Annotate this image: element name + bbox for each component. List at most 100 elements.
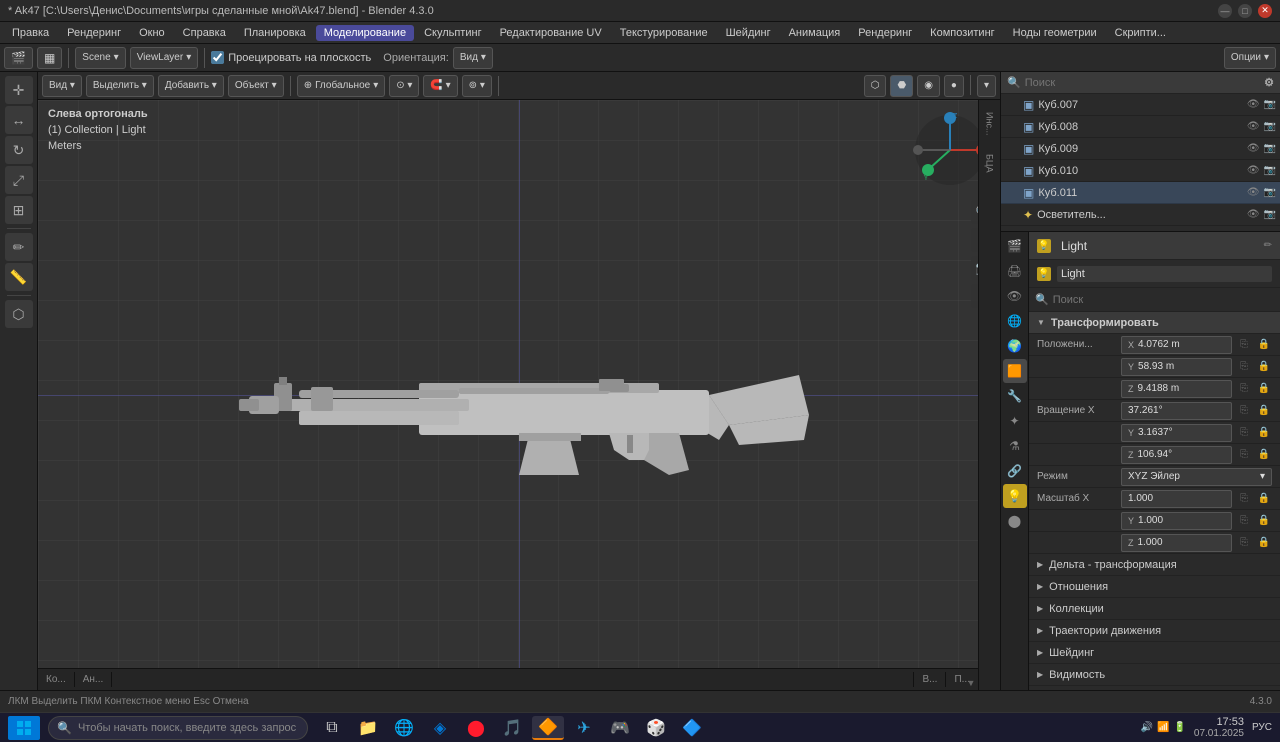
- data-props-tab[interactable]: 💡: [1003, 484, 1027, 508]
- scalez-copy[interactable]: ⎘: [1236, 535, 1252, 551]
- modifier-props-tab[interactable]: 🔧: [1003, 384, 1027, 408]
- output-props-tab[interactable]: 🖨: [1003, 259, 1027, 283]
- object-props-tab[interactable]: 🟧: [1003, 359, 1027, 383]
- an-panel[interactable]: Ан...: [75, 672, 113, 687]
- outliner-filter-icon[interactable]: ⚙: [1264, 76, 1274, 89]
- render-icon[interactable]: 📷: [1264, 121, 1276, 132]
- global-dropdown[interactable]: ⊕ Глобальное ▾: [297, 75, 386, 97]
- explorer-btn[interactable]: 📁: [352, 716, 384, 740]
- view-props-tab[interactable]: 👁: [1003, 284, 1027, 308]
- rot-x-value[interactable]: 37.261°: [1121, 402, 1232, 420]
- menu-item-nodes_geo[interactable]: Ноды геометрии: [1005, 25, 1105, 41]
- pos-z-value[interactable]: Z 9.4188 m: [1121, 380, 1232, 398]
- blender-btn[interactable]: 🔶: [532, 716, 564, 740]
- strip-btn-2[interactable]: БЦА: [981, 148, 999, 178]
- cursor-tool[interactable]: ✛: [5, 76, 33, 104]
- close-button[interactable]: ✕: [1258, 4, 1272, 18]
- visibility-icon[interactable]: 👁: [1247, 143, 1260, 154]
- minimize-button[interactable]: —: [1218, 4, 1232, 18]
- collapsed-section[interactable]: ▶ Видимость: [1029, 664, 1280, 686]
- browser-btn[interactable]: 🌐: [388, 716, 420, 740]
- collapsed-section[interactable]: ▶ Шейдинг: [1029, 642, 1280, 664]
- snap-btn[interactable]: 🧲 ▾: [423, 75, 457, 97]
- render-icon[interactable]: 📷: [1264, 187, 1276, 198]
- posy-copy[interactable]: ⎘: [1236, 359, 1252, 375]
- world-props-tab[interactable]: 🌍: [1003, 334, 1027, 358]
- projection-checkbox[interactable]: [211, 51, 224, 64]
- view-menu[interactable]: Вид ▾: [42, 75, 82, 97]
- add-menu[interactable]: Добавить ▾: [158, 75, 224, 97]
- collapsed-section[interactable]: ▶ Коллекции: [1029, 598, 1280, 620]
- shading-wire[interactable]: ⬡: [864, 75, 887, 97]
- collapsed-section[interactable]: ▶ Отношения: [1029, 576, 1280, 598]
- viewport[interactable]: Слева ортогональ (1) Collection | Light …: [38, 100, 1000, 690]
- rotx-lock[interactable]: 🔒: [1256, 403, 1272, 419]
- maximize-button[interactable]: □: [1238, 4, 1252, 18]
- menu-item-shading[interactable]: Шейдинг: [718, 25, 779, 41]
- rot-z-value[interactable]: Z 106.94°: [1121, 446, 1232, 464]
- taskbar-search[interactable]: 🔍 Чтобы начать поиск, введите здесь запр…: [48, 716, 308, 740]
- select-menu[interactable]: Выделить ▾: [86, 75, 154, 97]
- render-icon[interactable]: 📷: [1264, 143, 1276, 154]
- outliner-item[interactable]: ✦ Осветитель... 👁 📷: [1001, 204, 1280, 226]
- render-icon[interactable]: 📷: [1264, 165, 1276, 176]
- visibility-icon[interactable]: 👁: [1247, 121, 1260, 132]
- collapsed-section[interactable]: ▶ Траектории движения: [1029, 620, 1280, 642]
- menu-item-scripting[interactable]: Скрипти...: [1107, 25, 1174, 41]
- visibility-icon[interactable]: 👁: [1247, 99, 1260, 110]
- tray-icon-1[interactable]: 🔊: [1141, 722, 1153, 733]
- physics-props-tab[interactable]: ⚗: [1003, 434, 1027, 458]
- render-mode[interactable]: ▦: [37, 47, 62, 69]
- object-name-input[interactable]: [1057, 237, 1258, 255]
- menu-item-rendering[interactable]: Рендеринг: [850, 25, 920, 41]
- posz-lock[interactable]: 🔒: [1256, 381, 1272, 397]
- transform-section-header[interactable]: ▼ Трансформировать: [1029, 312, 1280, 334]
- render-icon[interactable]: 📷: [1264, 99, 1276, 110]
- transform-tool[interactable]: ⊞: [5, 196, 33, 224]
- object-menu[interactable]: Объект ▾: [228, 75, 284, 97]
- measure-tool[interactable]: 📏: [5, 263, 33, 291]
- scale-x-value[interactable]: 1.000: [1121, 490, 1232, 508]
- mode-dropdown[interactable]: XYZ Эйлер ▾: [1121, 468, 1272, 486]
- viewport-shading-opts[interactable]: ▾: [977, 75, 996, 97]
- menu-item-pravka[interactable]: Правка: [4, 25, 57, 41]
- extra-tool[interactable]: ⬡: [5, 300, 33, 328]
- roty-lock[interactable]: 🔒: [1256, 425, 1272, 441]
- move-tool[interactable]: ↔: [5, 106, 33, 134]
- tray-icon-2[interactable]: 📶: [1157, 722, 1169, 733]
- scale-y-value[interactable]: Y 1.000: [1121, 512, 1232, 530]
- taskview-btn[interactable]: ⧉: [316, 716, 348, 740]
- visibility-icon[interactable]: 👁: [1247, 209, 1260, 220]
- rotate-tool[interactable]: ↻: [5, 136, 33, 164]
- scale-z-value[interactable]: Z 1.000: [1121, 534, 1232, 552]
- media-btn[interactable]: 🎵: [496, 716, 528, 740]
- orientation-dropdown[interactable]: Вид ▾: [453, 47, 493, 69]
- scaley-lock[interactable]: 🔒: [1256, 513, 1272, 529]
- lang-indicator[interactable]: РУС: [1252, 722, 1272, 733]
- particle-props-tab[interactable]: ✦: [1003, 409, 1027, 433]
- render-icon[interactable]: 📷: [1264, 209, 1276, 220]
- menu-item-animation[interactable]: Анимация: [781, 25, 849, 41]
- scalex-copy[interactable]: ⎘: [1236, 491, 1252, 507]
- pos-copy[interactable]: ⎘: [1236, 337, 1252, 353]
- constraint-props-tab[interactable]: 🔗: [1003, 459, 1027, 483]
- scalex-lock[interactable]: 🔒: [1256, 491, 1272, 507]
- app2-btn[interactable]: 🎮: [604, 716, 636, 740]
- scaley-copy[interactable]: ⎘: [1236, 513, 1252, 529]
- ko-panel[interactable]: Ко...: [38, 672, 75, 687]
- obj-name-edit-icon[interactable]: ✏: [1264, 240, 1272, 251]
- proportional-btn[interactable]: ⊚ ▾: [462, 75, 492, 97]
- menu-item-render[interactable]: Рендеринг: [59, 25, 129, 41]
- shading-solid[interactable]: ⬣: [890, 75, 913, 97]
- strip-btn-1[interactable]: Инс...: [981, 104, 999, 144]
- object-data-name-input[interactable]: [1057, 266, 1272, 282]
- menu-item-editing_uv[interactable]: Редактирование UV: [492, 25, 610, 41]
- edge-btn[interactable]: ◈: [424, 716, 456, 740]
- menu-item-modelirovanie[interactable]: Моделирование: [316, 25, 414, 41]
- options-btn[interactable]: Опции ▾: [1224, 47, 1276, 69]
- rotz-lock[interactable]: 🔒: [1256, 447, 1272, 463]
- menu-item-planirovka[interactable]: Планировка: [236, 25, 314, 41]
- outliner-item[interactable]: ▣ Куб.009 👁 📷: [1001, 138, 1280, 160]
- rotz-copy[interactable]: ⎘: [1236, 447, 1252, 463]
- viewlayer-select[interactable]: ViewLayer ▾: [130, 47, 199, 69]
